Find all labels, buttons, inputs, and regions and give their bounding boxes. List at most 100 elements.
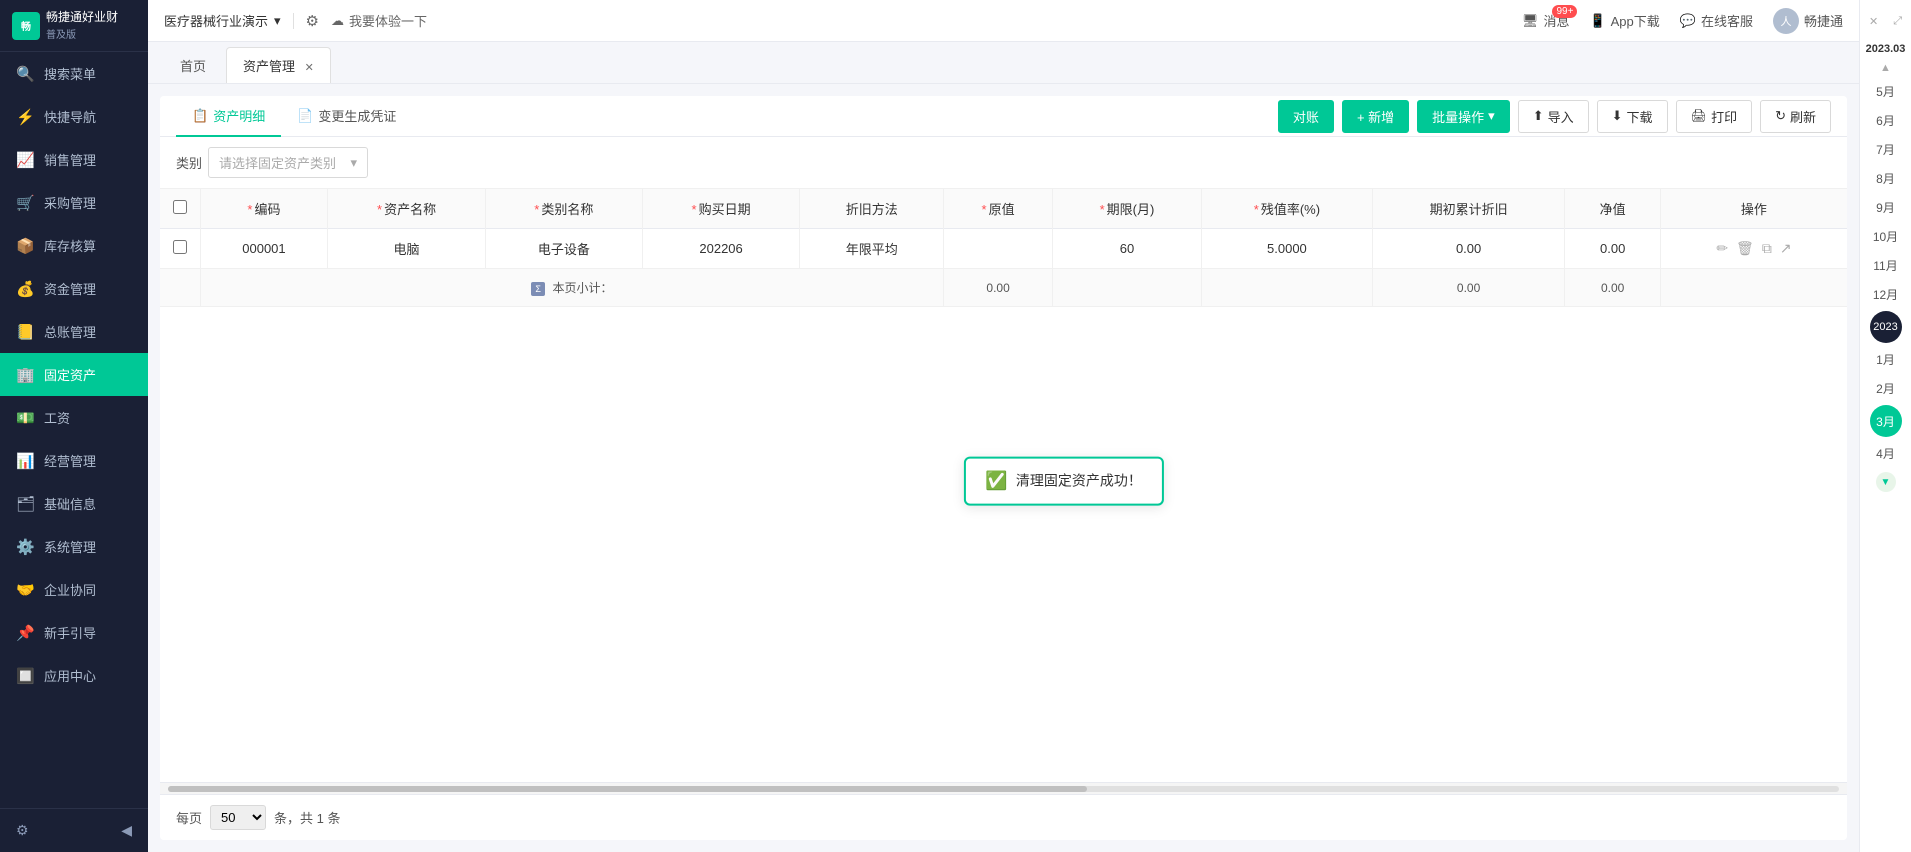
- settings-bottom-icon[interactable]: ⚙: [16, 822, 29, 839]
- year-label: 2023.03: [1860, 39, 1911, 59]
- search-icon: 🔍: [16, 65, 34, 83]
- user-info[interactable]: 人 畅捷通: [1773, 8, 1843, 34]
- horizontal-scrollbar[interactable]: [160, 782, 1847, 794]
- tab-home[interactable]: 首页: [164, 48, 222, 83]
- batch-button[interactable]: 批量操作 ▾: [1417, 100, 1510, 133]
- sidebar-item-label: 应用中心: [44, 666, 96, 685]
- select-all-header[interactable]: [160, 189, 200, 229]
- tab-close-icon[interactable]: ✕: [305, 62, 314, 74]
- edit-icon[interactable]: ✏: [1716, 240, 1728, 257]
- sidebar-item-label: 库存核算: [44, 236, 96, 255]
- main: 医疗器械行业演示 ▾ ⚙ ☁ 我要体验一下 🖥 消息 99+ 📱 App下载 💬…: [148, 0, 1859, 852]
- prev-year-btn[interactable]: ▲: [1860, 59, 1911, 77]
- month-9[interactable]: 9月: [1860, 193, 1911, 222]
- category-select-box[interactable]: 请选择固定资产类别 ▾: [208, 147, 368, 178]
- company-selector[interactable]: 医疗器械行业演示 ▾: [164, 11, 281, 30]
- download-button[interactable]: ⬇ 下载: [1597, 100, 1668, 133]
- sidebar-item-sales[interactable]: 📈 销售管理: [0, 138, 148, 181]
- collapse-icon[interactable]: ◀: [121, 822, 132, 839]
- sidebar-item-ledger[interactable]: 📒 总账管理: [0, 310, 148, 353]
- download-icon: 📱: [1589, 13, 1605, 29]
- import-button[interactable]: ⬆ 导入: [1518, 100, 1589, 133]
- sidebar-item-basic-info[interactable]: 🗂 基础信息: [0, 482, 148, 525]
- sidebar-item-enterprise[interactable]: 🤝 企业协同: [0, 568, 148, 611]
- month-8[interactable]: 8月: [1860, 164, 1911, 193]
- topbar: 医疗器械行业演示 ▾ ⚙ ☁ 我要体验一下 🖥 消息 99+ 📱 App下载 💬…: [148, 0, 1859, 42]
- message-btn[interactable]: 🖥 消息 99+: [1522, 11, 1570, 30]
- delete-icon[interactable]: 🗑: [1736, 240, 1754, 257]
- sidebar-item-inventory[interactable]: 📦 库存核算: [0, 224, 148, 267]
- capital-icon: 💰: [16, 280, 34, 298]
- page-size-select[interactable]: 50 100 200: [210, 805, 266, 830]
- panel-expand-icon[interactable]: ⤢: [1890, 12, 1905, 31]
- payroll-icon: 💵: [16, 409, 34, 427]
- reconcile-button[interactable]: 对账: [1278, 100, 1334, 133]
- subtotal-empty-action: [1660, 269, 1847, 307]
- subtab-label: 变更生成凭证: [318, 106, 396, 125]
- cell-residual-rate: 5.0000: [1202, 229, 1373, 269]
- sidebar-item-fixed-assets[interactable]: 🏢 固定资产: [0, 353, 148, 396]
- pagination: 每页 50 100 200 条，共 1 条: [160, 794, 1847, 840]
- select-all-checkbox[interactable]: [173, 200, 187, 214]
- sidebar-item-purchase[interactable]: 🛒 采购管理: [0, 181, 148, 224]
- refresh-button[interactable]: ↻ 刷新: [1760, 100, 1831, 133]
- month-2[interactable]: 2月: [1860, 374, 1911, 403]
- add-button[interactable]: + 新增: [1342, 100, 1409, 133]
- batch-label: 批量操作: [1432, 107, 1484, 126]
- col-category: *类别名称: [485, 189, 642, 229]
- dropdown-icon: ▾: [350, 155, 357, 171]
- sidebar-item-management[interactable]: 📊 经营管理: [0, 439, 148, 482]
- print-button[interactable]: 🖨 打印: [1676, 100, 1753, 133]
- copy-icon[interactable]: ⧉: [1762, 240, 1772, 257]
- tab-asset-management[interactable]: 资产管理 ✕: [226, 47, 331, 83]
- cell-category: 电子设备: [485, 229, 642, 269]
- subtab-change-voucher[interactable]: 📄 变更生成凭证: [281, 96, 412, 137]
- scrollbar-thumb[interactable]: [168, 786, 1087, 792]
- subtab-label: 资产明细: [213, 106, 265, 125]
- month-1[interactable]: 1月: [1860, 345, 1911, 374]
- asset-detail-icon: 📋: [192, 108, 208, 124]
- panel-close-icon[interactable]: ✕: [1866, 12, 1881, 31]
- cell-initial-accumulated: 0.00: [1372, 229, 1565, 269]
- month-10[interactable]: 10月: [1860, 222, 1911, 251]
- sidebar-item-search[interactable]: 🔍 搜索菜单: [0, 52, 148, 95]
- fixed-assets-icon: 🏢: [16, 366, 34, 384]
- topbar-right: 🖥 消息 99+ 📱 App下载 💬 在线客服 人 畅捷通: [1522, 8, 1843, 34]
- sidebar-item-payroll[interactable]: 💵 工资: [0, 396, 148, 439]
- app-download-label: App下载: [1611, 11, 1660, 30]
- month-12[interactable]: 12月: [1860, 280, 1911, 309]
- cell-net-value: 0.00: [1565, 229, 1660, 269]
- service-btn[interactable]: 💬 在线客服: [1680, 11, 1753, 30]
- year-2023[interactable]: 2023: [1870, 311, 1902, 343]
- chevron-down-icon: ▾: [1488, 108, 1495, 124]
- app-download-btn[interactable]: 📱 App下载: [1589, 11, 1659, 30]
- month-4[interactable]: 4月: [1860, 439, 1911, 468]
- subtab-asset-detail[interactable]: 📋 资产明细: [176, 96, 281, 137]
- row-checkbox-cell[interactable]: [160, 229, 200, 269]
- subtotal-empty-period: [1052, 269, 1201, 307]
- month-11[interactable]: 11月: [1860, 251, 1911, 280]
- row-checkbox[interactable]: [173, 240, 187, 254]
- sidebar-item-capital[interactable]: 💰 资金管理: [0, 267, 148, 310]
- month-7[interactable]: 7月: [1860, 135, 1911, 164]
- logo-icon: 畅: [12, 12, 40, 40]
- table-header-row: *编码 *资产名称 *类别名称 *购买日期 折旧方法 *原值 *期限(月) *残…: [160, 189, 1847, 229]
- table-row: 000001 电脑 电子设备 202206 年限平均 60 5.0000 0.0…: [160, 229, 1847, 269]
- purchase-icon: 🛒: [16, 194, 34, 212]
- more-icon[interactable]: ↗: [1780, 240, 1792, 257]
- experience-btn[interactable]: ☁ 我要体验一下: [331, 11, 427, 30]
- sidebar-item-guide[interactable]: 📌 新手引导: [0, 611, 148, 654]
- sidebar-item-label: 系统管理: [44, 537, 96, 556]
- settings-icon[interactable]: ⚙: [306, 12, 319, 30]
- month-5[interactable]: 5月: [1860, 77, 1911, 106]
- month-6[interactable]: 6月: [1860, 106, 1911, 135]
- scroll-down-icon[interactable]: ▼: [1876, 472, 1896, 492]
- month-3-active[interactable]: 3月: [1870, 405, 1902, 437]
- subtotal-original: 0.00: [944, 269, 1053, 307]
- sidebar-item-quicknav[interactable]: ⚡ 快捷导航: [0, 95, 148, 138]
- sidebar-item-label: 固定资产: [44, 365, 96, 384]
- sidebar-item-label: 新手引导: [44, 623, 96, 642]
- sidebar-item-app-center[interactable]: 🔲 应用中心: [0, 654, 148, 697]
- subtotal-icon: Σ: [531, 282, 545, 296]
- sidebar-item-system[interactable]: ⚙️ 系统管理: [0, 525, 148, 568]
